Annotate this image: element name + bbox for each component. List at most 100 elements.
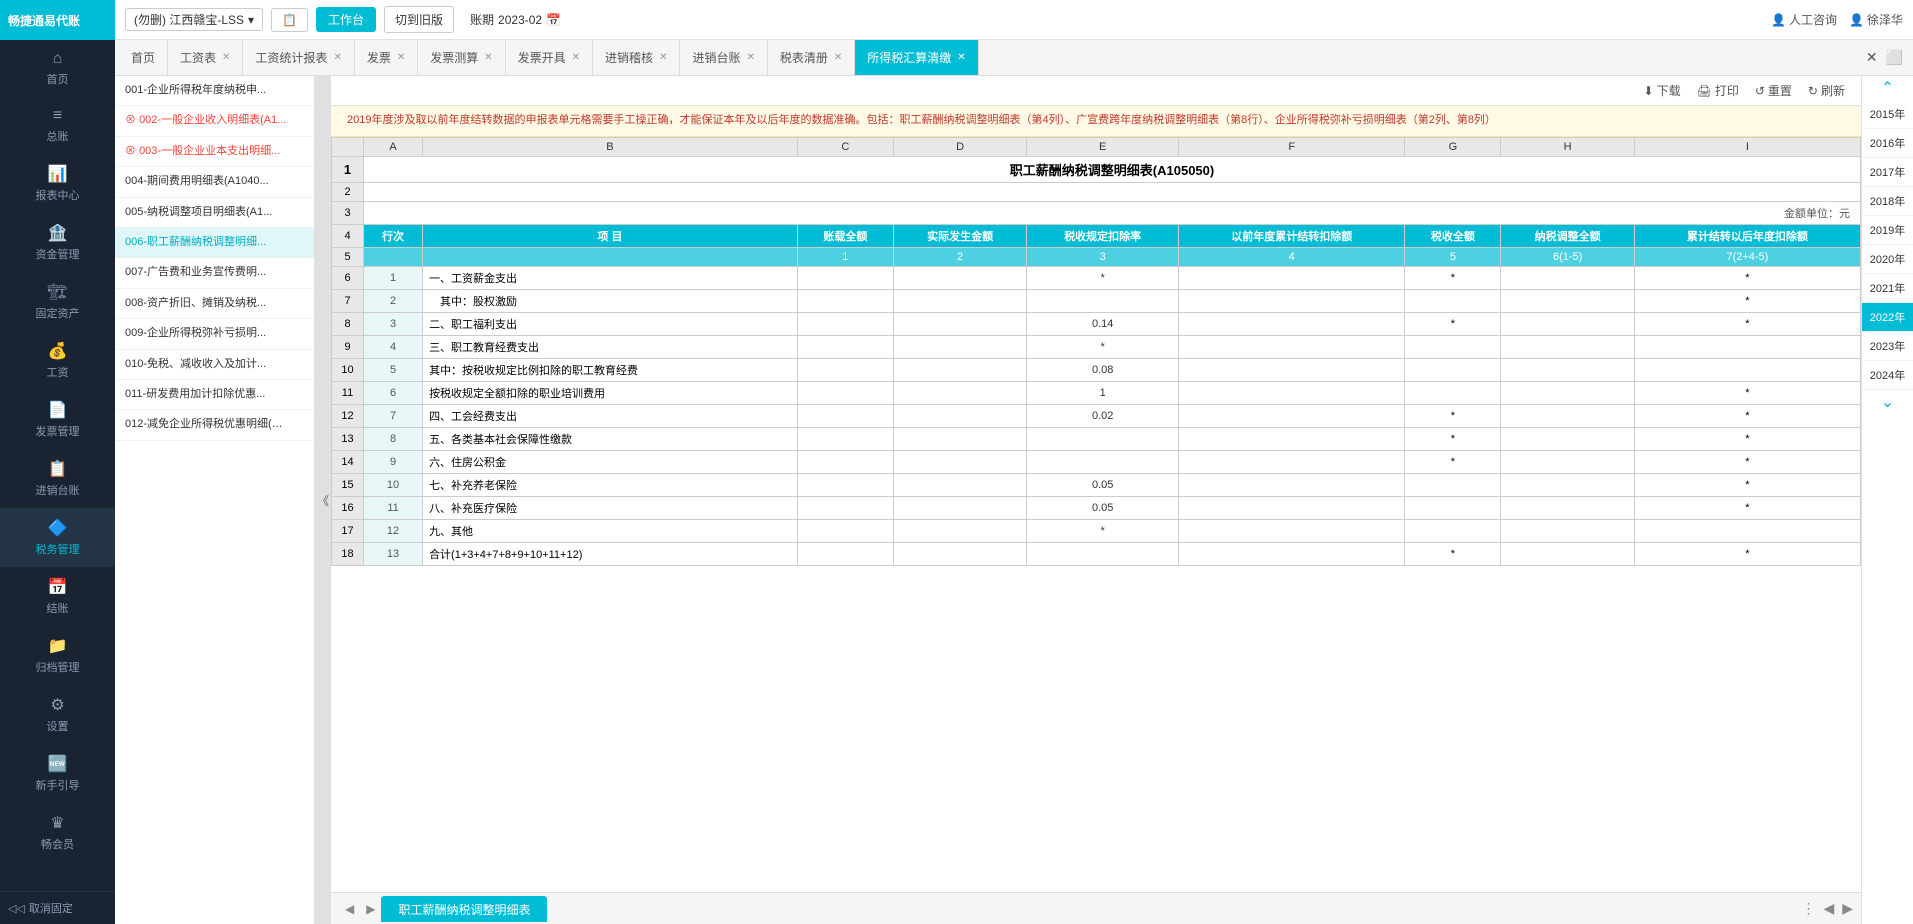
sidebar-item-payroll[interactable]: 💰工资 — [0, 331, 115, 390]
tab-purchase-check[interactable]: 进销稽核 ✕ — [593, 40, 680, 76]
app-logo: 畅捷通易代账 — [0, 0, 115, 40]
tab-label-tax-clearance: 税表清册 — [780, 49, 828, 66]
tab-purchase-ledger[interactable]: 进销台账✕ — [680, 40, 767, 76]
tab-invoice-calc[interactable]: 发票测算✕ — [418, 40, 505, 76]
table-row: 16 11 八、补充医疗保险 0.05 * — [332, 496, 1861, 519]
year-item-2016[interactable]: 2016年 — [1862, 129, 1913, 158]
sheet-scroll-prev[interactable]: ◀ — [1823, 900, 1834, 917]
tab-close-payroll[interactable]: ✕ — [222, 52, 230, 63]
left-panel-item-005[interactable]: 005-纳税调整项目明细表(A1... — [115, 198, 314, 228]
tab-close-invoice-calc[interactable]: ✕ — [484, 52, 492, 63]
year-up-btn[interactable]: ⌃ — [1862, 76, 1913, 100]
print-label: 打印 — [1715, 82, 1739, 99]
tab-income-tax[interactable]: 所得税汇算清缴✕ — [855, 40, 978, 76]
col-header-4: 税收规定扣除率 — [1027, 224, 1179, 247]
tab-close-invoice[interactable]: ✕ — [397, 52, 405, 63]
year-item-2024[interactable]: 2024年 — [1862, 361, 1913, 390]
tab-label-purchase-check: 进销稽核 — [605, 49, 653, 66]
left-panel-item-011[interactable]: 011-研发费用加计扣除优惠... — [115, 380, 314, 410]
sidebar-item-member[interactable]: ♛畅会员 — [0, 803, 115, 862]
sidebar-item-close[interactable]: 📅结账 — [0, 567, 115, 626]
year-item-2017[interactable]: 2017年 — [1862, 158, 1913, 187]
left-panel-item-012[interactable]: 012-减免企业所得税优惠明细(… — [115, 410, 314, 440]
left-panel-item-001[interactable]: 001-企业所得税年度纳税申... — [115, 76, 314, 106]
tab-tax-clearance[interactable]: 税表清册 ✕ — [768, 40, 855, 76]
sidebar-item-fixed[interactable]: 🏗固定资产 — [0, 272, 115, 331]
left-panel-item-004[interactable]: 004-期间费用明细表(A1040... — [115, 167, 314, 197]
print-btn[interactable]: 🖨 打印 — [1697, 82, 1739, 99]
left-panel-item-009[interactable]: 009-企业所得税弥补亏损明... — [115, 319, 314, 349]
tab-close-all-btn[interactable]: ✕ — [1864, 47, 1880, 68]
sheet-tab-职工薪酬纳税调整明细表[interactable]: 职工薪酬纳税调整明细表 — [381, 896, 547, 922]
collapse-arrow[interactable]: 《 — [315, 76, 331, 924]
table-wrapper[interactable]: A B C D E F G H I 1 职工薪酬纳税调整明细表(A105050)… — [331, 137, 1861, 892]
year-panel: ⌃2015年2016年2017年2018年2019年2020年2021年2022… — [1861, 76, 1913, 924]
home-icon: ⌂ — [53, 50, 63, 68]
tab-maximize-btn[interactable]: ⬜ — [1884, 47, 1905, 68]
left-panel: 001-企业所得税年度纳税申...002-一般企业收入明细表(A1...003-… — [115, 76, 315, 924]
cutover-btn[interactable]: 切到旧版 — [384, 6, 454, 33]
sidebar-item-ledger[interactable]: ≡总账 — [0, 97, 115, 154]
sidebar-item-sales[interactable]: 📋进销台账 — [0, 449, 115, 508]
download-btn[interactable]: ⬇ 下载 — [1644, 82, 1681, 99]
sidebar-footer[interactable]: ◁◁ 取消固定 — [0, 891, 115, 924]
left-panel-item-007[interactable]: 007-广告费和业务宣传费明... — [115, 258, 314, 288]
sidebar-item-settings[interactable]: ⚙设置 — [0, 685, 115, 744]
tab-label-payroll-report: 工资统计报表 — [255, 49, 327, 66]
left-panel-item-006[interactable]: 006-职工薪酬纳税调整明细... — [115, 228, 314, 258]
left-panel-item-008[interactable]: 008-资产折旧、摊销及纳税... — [115, 289, 314, 319]
unpin-icon: ◁◁ — [8, 902, 25, 915]
year-item-2022[interactable]: 2022年 — [1862, 303, 1913, 332]
tab-close-payroll-report[interactable]: ✕ — [333, 52, 341, 63]
company-selector[interactable]: (勿删) 江西赣宝-LSS ▾ — [125, 8, 263, 31]
tab-payroll-report[interactable]: 工资统计报表 ✕ — [243, 40, 354, 76]
workbench-btn[interactable]: 工作台 — [316, 7, 376, 32]
year-item-2018[interactable]: 2018年 — [1862, 187, 1913, 216]
tab-invoice[interactable]: 发票✕ — [355, 40, 418, 76]
tab-close-tax-clearance[interactable]: ✕ — [834, 52, 842, 63]
left-panel-item-002[interactable]: 002-一般企业收入明细表(A1... — [115, 106, 314, 136]
sidebar-item-archive[interactable]: 📁归档管理 — [0, 626, 115, 685]
period-label: 账期 — [470, 11, 494, 28]
sheet-scroll-left[interactable]: ◀ — [339, 902, 360, 916]
consult-btn[interactable]: 👤 人工咨询 — [1771, 11, 1837, 28]
refresh-label: 刷新 — [1821, 82, 1845, 99]
tab-close-purchase-check[interactable]: ✕ — [659, 52, 667, 63]
sheet-scroll-next[interactable]: ▶ — [1842, 900, 1853, 917]
tab-close-income-tax[interactable]: ✕ — [957, 52, 965, 63]
sidebar-label-invoices: 发票管理 — [36, 423, 80, 439]
tab-close-invoice-open[interactable]: ✕ — [572, 52, 580, 63]
tab-close-purchase-ledger[interactable]: ✕ — [746, 52, 754, 63]
tab-home[interactable]: 首页 — [119, 40, 168, 76]
sheet-menu-icon[interactable]: ⋮ — [1801, 900, 1815, 917]
sales-icon: 📋 — [48, 459, 68, 479]
year-item-2019[interactable]: 2019年 — [1862, 216, 1913, 245]
period-value: 2023-02 — [498, 13, 542, 27]
refresh-btn[interactable]: ↻ 刷新 — [1808, 82, 1845, 99]
year-item-2015[interactable]: 2015年 — [1862, 100, 1913, 129]
sidebar-item-tax[interactable]: 🔷税务管理 — [0, 508, 115, 567]
main-table: A B C D E F G H I 1 职工薪酬纳税调整明细表(A105050)… — [331, 137, 1861, 566]
logo-text: 畅捷通易代账 — [8, 12, 80, 29]
sidebar-item-assets[interactable]: 🏦资金管理 — [0, 213, 115, 272]
sidebar-item-invoices[interactable]: 📄发票管理 — [0, 390, 115, 449]
sidebar-item-guide[interactable]: 🆕新手引导 — [0, 744, 115, 803]
tab-payroll[interactable]: 工资表✕ — [168, 40, 243, 76]
guide-icon: 🆕 — [48, 754, 68, 774]
year-item-2021[interactable]: 2021年 — [1862, 274, 1913, 303]
left-panel-item-010[interactable]: 010-免税、减收收入及加计... — [115, 350, 314, 380]
tab-invoice-open[interactable]: 发票开具✕ — [506, 40, 593, 76]
year-down-btn[interactable]: ⌄ — [1862, 390, 1913, 414]
reset-btn[interactable]: ↺ 重置 — [1755, 82, 1792, 99]
calendar-btn[interactable]: 📋 — [271, 8, 308, 32]
col-subnum-6: 5 — [1405, 247, 1501, 266]
year-item-2023[interactable]: 2023年 — [1862, 332, 1913, 361]
col-header-5: 以前年度累计结转扣除额 — [1179, 224, 1405, 247]
year-item-2020[interactable]: 2020年 — [1862, 245, 1913, 274]
sidebar-item-reports[interactable]: 📊报表中心 — [0, 154, 115, 213]
sheet-scroll-right[interactable]: ▶ — [360, 902, 381, 916]
sidebar-item-home[interactable]: ⌂首页 — [0, 40, 115, 97]
unpin-label: 取消固定 — [29, 900, 73, 916]
user-menu[interactable]: 👤 徐泽华 — [1849, 11, 1903, 28]
left-panel-item-003[interactable]: 003-一般企业业本支出明细... — [115, 137, 314, 167]
